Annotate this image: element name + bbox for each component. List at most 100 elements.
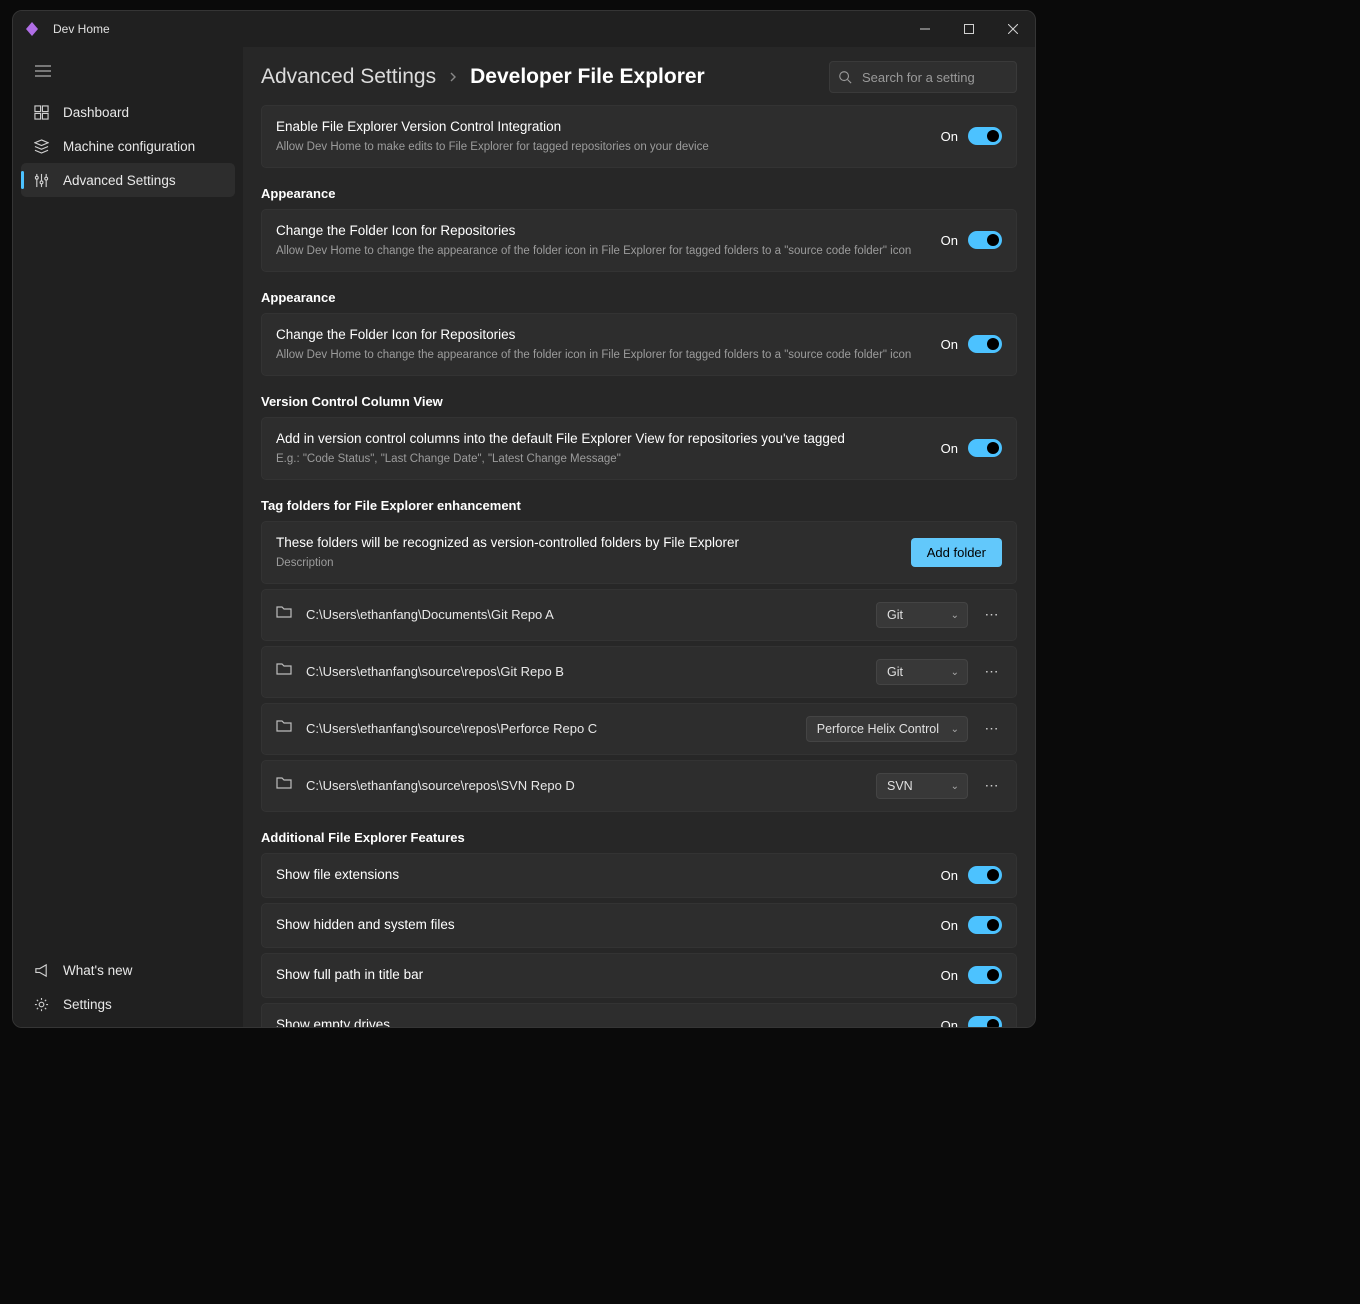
sidebar-item-label: Advanced Settings [63,173,176,188]
chevron-right-icon [448,70,458,85]
dropdown-value: Perforce Helix Control [817,722,939,736]
folder-path: C:\Users\ethanfang\source\repos\Perforce… [306,721,792,736]
app-title: Dev Home [53,22,110,36]
chevron-down-icon: ⌄ [951,610,959,621]
toggle-state-label: On [941,233,958,248]
vcs-dropdown[interactable]: SVN ⌄ [876,773,968,799]
search-icon [838,70,852,89]
setting-vc-columns: Add in version control columns into the … [261,417,1017,480]
section-header: Additional File Explorer Features [261,830,1017,845]
toggle-switch[interactable] [968,1016,1002,1027]
setting-description: Allow Dev Home to change the appearance … [276,243,927,259]
toggle-switch[interactable] [968,916,1002,934]
sidebar-item-label: What's new [63,963,132,978]
setting-description: E.g.: "Code Status", "Last Change Date",… [276,451,927,467]
page-title: Developer File Explorer [470,65,705,89]
vcs-dropdown[interactable]: Git ⌄ [876,659,968,685]
stack-icon [33,138,49,154]
toggle-switch[interactable] [968,966,1002,984]
toggle-state-label: On [941,868,958,883]
sidebar-item-label: Dashboard [63,105,129,120]
dashboard-icon [33,104,49,120]
setting-title: Add in version control columns into the … [276,430,927,449]
tagged-folder-row: C:\Users\ethanfang\source\repos\Git Repo… [261,646,1017,698]
toggle-switch[interactable] [968,231,1002,249]
vcs-dropdown[interactable]: Git ⌄ [876,602,968,628]
minimize-button[interactable] [903,11,947,47]
sidebar-item-settings[interactable]: Settings [21,987,235,1021]
setting-title: These folders will be recognized as vers… [276,534,897,553]
hamburger-button[interactable] [23,53,63,89]
chevron-down-icon: ⌄ [951,667,959,678]
setting-change-folder-icon-dup: Change the Folder Icon for Repositories … [261,313,1017,376]
setting-change-folder-icon: Change the Folder Icon for Repositories … [261,209,1017,272]
toggle-switch[interactable] [968,439,1002,457]
setting-show-hidden-files: Show hidden and system files On [261,903,1017,948]
toggle-state-label: On [941,337,958,352]
dropdown-value: SVN [887,779,913,793]
chevron-down-icon: ⌄ [951,724,959,735]
close-button[interactable] [991,11,1035,47]
folder-path: C:\Users\ethanfang\Documents\Git Repo A [306,607,862,622]
setting-title: Show full path in title bar [276,966,927,985]
maximize-button[interactable] [947,11,991,47]
chevron-down-icon: ⌄ [951,781,959,792]
more-options-button[interactable]: ⋯ [982,602,1002,627]
setting-show-empty-drives: Show empty drives On [261,1003,1017,1027]
section-header: Version Control Column View [261,394,1017,409]
toggle-switch[interactable] [968,335,1002,353]
sidebar: Dashboard Machine configuration Advanced… [13,47,243,1027]
tagged-folder-row: C:\Users\ethanfang\source\repos\Perforce… [261,703,1017,755]
setting-title: Show empty drives [276,1016,927,1027]
section-header: Appearance [261,186,1017,201]
title-bar: Dev Home [13,11,1035,47]
search-box [829,61,1017,93]
toggle-state-label: On [941,441,958,456]
setting-description: Description [276,555,897,571]
folder-icon [276,662,292,681]
setting-description: Allow Dev Home to change the appearance … [276,347,927,363]
toggle-switch[interactable] [968,866,1002,884]
sidebar-item-whats-new[interactable]: What's new [21,953,235,987]
sliders-icon [33,172,49,188]
breadcrumb: Advanced Settings Developer File Explore… [261,65,705,89]
toggle-switch[interactable] [968,127,1002,145]
megaphone-icon [33,962,49,978]
gear-icon [33,996,49,1012]
setting-title: Change the Folder Icon for Repositories [276,326,927,345]
toggle-state-label: On [941,1018,958,1027]
sidebar-item-dashboard[interactable]: Dashboard [21,95,235,129]
app-window: Dev Home Dashboard [12,10,1036,1028]
more-options-button[interactable]: ⋯ [982,773,1002,798]
section-header: Appearance [261,290,1017,305]
setting-title: Show hidden and system files [276,916,927,935]
sidebar-item-advanced-settings[interactable]: Advanced Settings [21,163,235,197]
folder-path: C:\Users\ethanfang\source\repos\SVN Repo… [306,778,862,793]
more-options-button[interactable]: ⋯ [982,716,1002,741]
tagged-folder-row: C:\Users\ethanfang\source\repos\SVN Repo… [261,760,1017,812]
folder-icon [276,776,292,795]
tag-folders-header: These folders will be recognized as vers… [261,521,1017,584]
app-icon [23,20,41,38]
toggle-state-label: On [941,968,958,983]
setting-enable-vc-integration: Enable File Explorer Version Control Int… [261,105,1017,168]
add-folder-button[interactable]: Add folder [911,538,1002,567]
sidebar-item-machine-config[interactable]: Machine configuration [21,129,235,163]
toggle-state-label: On [941,129,958,144]
setting-title: Change the Folder Icon for Repositories [276,222,927,241]
tagged-folder-row: C:\Users\ethanfang\Documents\Git Repo A … [261,589,1017,641]
dropdown-value: Git [887,665,903,679]
setting-title: Enable File Explorer Version Control Int… [276,118,927,137]
setting-description: Allow Dev Home to make edits to File Exp… [276,139,927,155]
setting-title: Show file extensions [276,866,927,885]
breadcrumb-parent[interactable]: Advanced Settings [261,65,436,89]
setting-show-full-path: Show full path in title bar On [261,953,1017,998]
folder-path: C:\Users\ethanfang\source\repos\Git Repo… [306,664,862,679]
sidebar-item-label: Machine configuration [63,139,195,154]
search-input[interactable] [829,61,1017,93]
vcs-dropdown[interactable]: Perforce Helix Control ⌄ [806,716,968,742]
folder-icon [276,605,292,624]
more-options-button[interactable]: ⋯ [982,659,1002,684]
toggle-state-label: On [941,918,958,933]
main-content: Advanced Settings Developer File Explore… [243,47,1035,1027]
